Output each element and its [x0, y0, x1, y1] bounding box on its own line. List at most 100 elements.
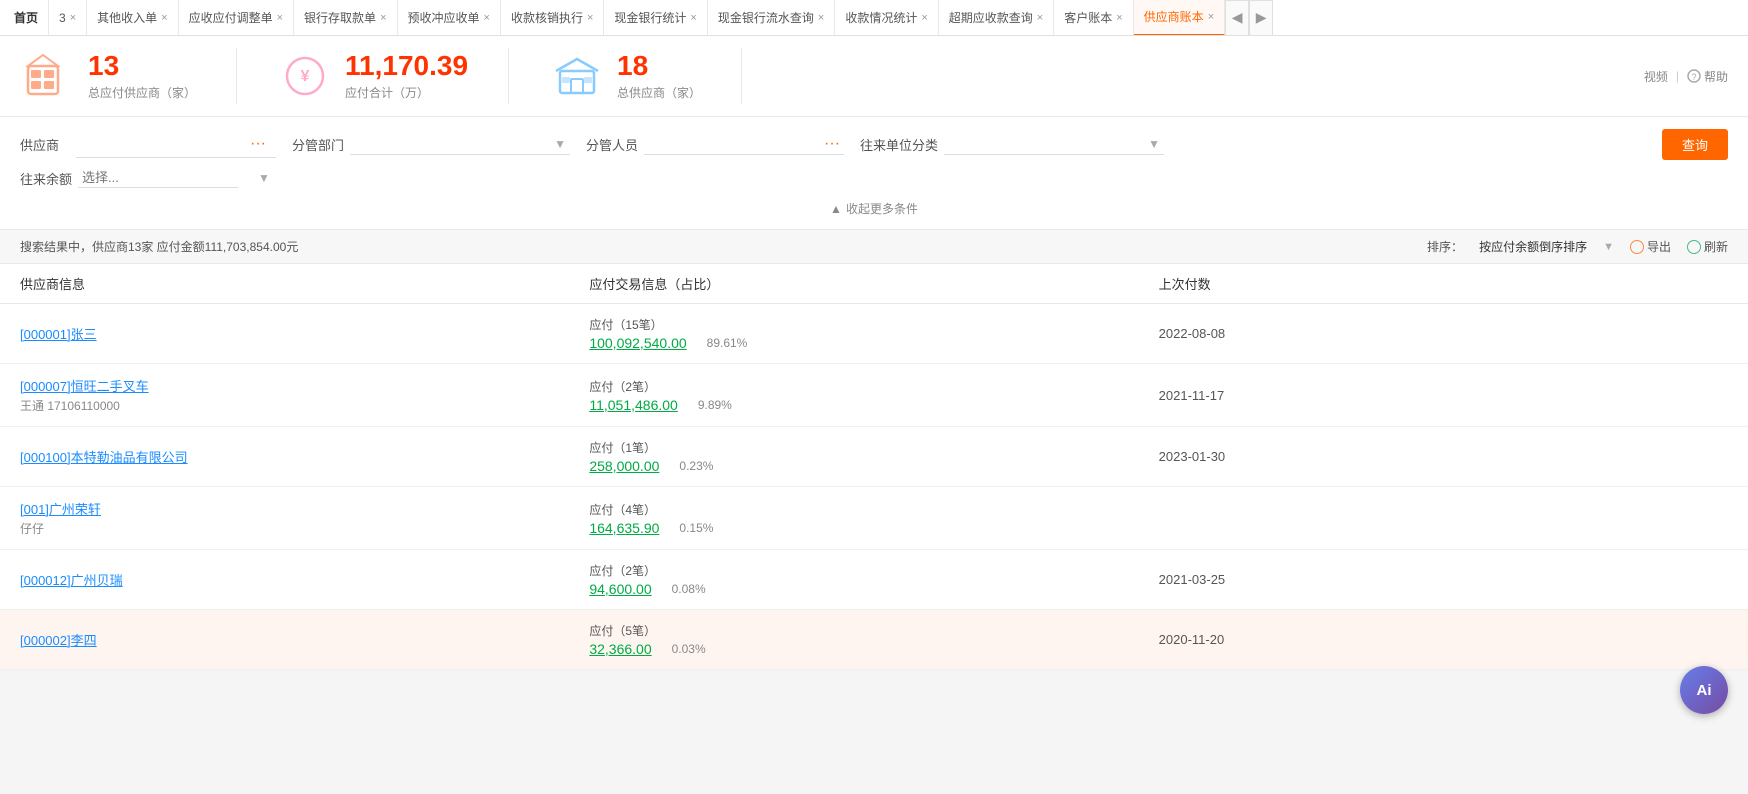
refresh-button[interactable]: 刷新: [1687, 238, 1728, 255]
nav-tab-3[interactable]: 3 ×: [49, 0, 87, 36]
supplier-info-cell: [000002]李四: [20, 630, 589, 649]
last-pay-6: 2020-11-20: [1159, 632, 1225, 647]
link-sep: |: [1676, 69, 1679, 83]
supplier-link-000001[interactable]: [000001]张三: [20, 324, 589, 343]
supplier-name-000002: 李四: [71, 633, 97, 648]
filter-area: 供应商 ··· 分管部门 ▼ 分管人员 ··· 往来单位分类 ▼: [0, 117, 1748, 230]
tab-cash-flow-close[interactable]: ×: [818, 12, 824, 24]
table-row: [000007]恒旺二手叉车 王通 17106110000 应付（2笔） 11,…: [0, 364, 1748, 427]
tab-other-income-close[interactable]: ×: [161, 12, 167, 24]
tab-bank-deposit-close[interactable]: ×: [380, 12, 386, 24]
tx-amount-3[interactable]: 258,000.00: [589, 458, 659, 474]
stat-payable-label: 总应付供应商（家）: [88, 84, 196, 101]
nav-tab-customer-ledger[interactable]: 客户账本 ×: [1054, 0, 1133, 36]
nav-tab-prepay[interactable]: 预收冲应收单 ×: [398, 0, 501, 36]
supplier-filter-dots[interactable]: ···: [250, 136, 266, 152]
filter-dept: 分管部门 ▼: [292, 135, 570, 155]
tx-amount-1[interactable]: 100,092,540.00: [589, 335, 686, 351]
nav-tab-supplier-ledger[interactable]: 供应商账本 ×: [1134, 0, 1225, 36]
supplier-link-000100[interactable]: [000100]本特勒油品有限公司: [20, 447, 589, 466]
nav-tab-cash-stats[interactable]: 现金银行统计 ×: [604, 0, 707, 36]
nav-tab-ar-adjust[interactable]: 应收应付调整单 ×: [179, 0, 294, 36]
stat-suppliers-label: 总供应商（家）: [617, 84, 701, 101]
nav-tab-cash-flow[interactable]: 现金银行流水查询 ×: [708, 0, 835, 36]
last-pay-cell-6: 2020-11-20: [1159, 632, 1728, 647]
dept-filter-label: 分管部门: [292, 135, 344, 154]
tab-cash-stats-close[interactable]: ×: [690, 12, 696, 24]
supplier-link-000007[interactable]: [000007]恒旺二手叉车: [20, 376, 589, 395]
query-button[interactable]: 查询: [1662, 129, 1728, 160]
tab-prepay-label: 预收冲应收单: [408, 9, 480, 26]
nav-arrow-right[interactable]: ▶: [1249, 0, 1273, 36]
supplier-name-000100: 本特勒油品有限公司: [71, 450, 188, 465]
tab-payment-stats-label: 收款情况统计: [845, 9, 917, 26]
filter-person: 分管人员 ···: [586, 134, 844, 155]
help-link[interactable]: ? 帮助: [1687, 68, 1728, 85]
collapse-label: 收起更多条件: [846, 200, 918, 217]
balance-filter-label: 往来余额: [20, 169, 72, 188]
tab-payment-stats-close[interactable]: ×: [921, 12, 927, 24]
category-filter-arrow[interactable]: ▼: [1148, 137, 1160, 151]
tab-cash-stats-label: 现金银行统计: [614, 9, 686, 26]
video-link[interactable]: 视频: [1644, 68, 1668, 85]
tab-collection-close[interactable]: ×: [587, 12, 593, 24]
sort-arrow-icon[interactable]: ▼: [1603, 241, 1614, 253]
nav-tab-other-income[interactable]: 其他收入单 ×: [87, 0, 178, 36]
tx-row-6: 32,366.00 0.03%: [589, 641, 1158, 657]
nav-tab-payment-stats[interactable]: 收款情况统计 ×: [835, 0, 938, 36]
table-row: [000012]广州贝瑞 应付（2笔） 94,600.00 0.08% 2021…: [0, 550, 1748, 610]
stat-total-text: 11,170.39 应付合计（万）: [345, 51, 468, 101]
home-label: 首页: [14, 9, 38, 26]
ai-button[interactable]: Ai: [1680, 666, 1728, 714]
last-pay-cell-1: 2022-08-08: [1159, 326, 1728, 341]
category-filter-input[interactable]: [948, 137, 1148, 152]
nav-tab-bank-deposit[interactable]: 银行存取款单 ×: [294, 0, 397, 36]
tab-supplier-ledger-label: 供应商账本: [1144, 8, 1204, 25]
tx-row-4: 164,635.90 0.15%: [589, 520, 1158, 536]
nav-tab-overdue[interactable]: 超期应收款查询 ×: [939, 0, 1054, 36]
tab-customer-ledger-close[interactable]: ×: [1116, 12, 1122, 24]
result-actions: 排序： 按应付余额倒序排序 ▼ 导出 刷新: [1427, 238, 1728, 255]
stats-bar: 13 总应付供应商（家） ¥ 11,170.39 应付合计（万）: [0, 36, 1748, 117]
tx-amount-4[interactable]: 164,635.90: [589, 520, 659, 536]
supplier-name-000001: 张三: [71, 327, 97, 342]
stat-payable-suppliers: 13 总应付供应商（家）: [20, 48, 237, 104]
tx-label-3: 应付（1笔）: [589, 439, 1158, 456]
dept-filter-arrow[interactable]: ▼: [554, 137, 566, 151]
supplier-link-000012[interactable]: [000012]广州贝瑞: [20, 570, 589, 589]
supplier-info-cell: [000100]本特勒油品有限公司: [20, 447, 589, 466]
tab-3-close[interactable]: ×: [70, 12, 76, 24]
supplier-link-001[interactable]: [001]广州荣轩: [20, 499, 589, 518]
tab-prepay-close[interactable]: ×: [484, 12, 490, 24]
balance-filter-input[interactable]: [82, 170, 258, 185]
supplier-filter-input[interactable]: [80, 134, 250, 155]
dept-filter-input[interactable]: [354, 137, 554, 152]
nav-tab-home[interactable]: 首页: [4, 0, 49, 36]
ai-label: Ai: [1697, 682, 1712, 699]
header-supplier-info: 供应商信息: [20, 274, 589, 293]
table-row: [000100]本特勒油品有限公司 应付（1笔） 258,000.00 0.23…: [0, 427, 1748, 487]
store-icon: [549, 48, 605, 104]
person-filter-input[interactable]: [648, 137, 824, 152]
tx-amount-5[interactable]: 94,600.00: [589, 581, 651, 597]
header-tx-info: 应付交易信息（占比）: [589, 274, 1158, 293]
stat-payable-total: ¥ 11,170.39 应付合计（万）: [277, 48, 509, 104]
svg-text:?: ?: [1691, 72, 1696, 82]
tx-amount-2[interactable]: 11,051,486.00: [589, 397, 678, 413]
nav-tab-collection[interactable]: 收款核销执行 ×: [501, 0, 604, 36]
tab-overdue-close[interactable]: ×: [1037, 12, 1043, 24]
last-pay-5: 2021-03-25: [1159, 572, 1226, 587]
balance-filter-arrow[interactable]: ▼: [258, 171, 270, 185]
last-pay-cell-5: 2021-03-25: [1159, 572, 1728, 587]
person-filter-label: 分管人员: [586, 135, 638, 154]
tab-supplier-ledger-close[interactable]: ×: [1208, 11, 1214, 23]
tx-pct-4: 0.15%: [679, 521, 713, 535]
sort-value[interactable]: 按应付余额倒序排序: [1479, 238, 1587, 255]
tx-amount-6[interactable]: 32,366.00: [589, 641, 651, 657]
tab-ar-adjust-close[interactable]: ×: [277, 12, 283, 24]
nav-arrow-left[interactable]: ◀: [1225, 0, 1249, 36]
person-filter-dots[interactable]: ···: [824, 136, 840, 152]
export-button[interactable]: 导出: [1630, 238, 1671, 255]
collapse-button[interactable]: ▲ 收起更多条件: [20, 196, 1728, 221]
supplier-link-000002[interactable]: [000002]李四: [20, 630, 589, 649]
